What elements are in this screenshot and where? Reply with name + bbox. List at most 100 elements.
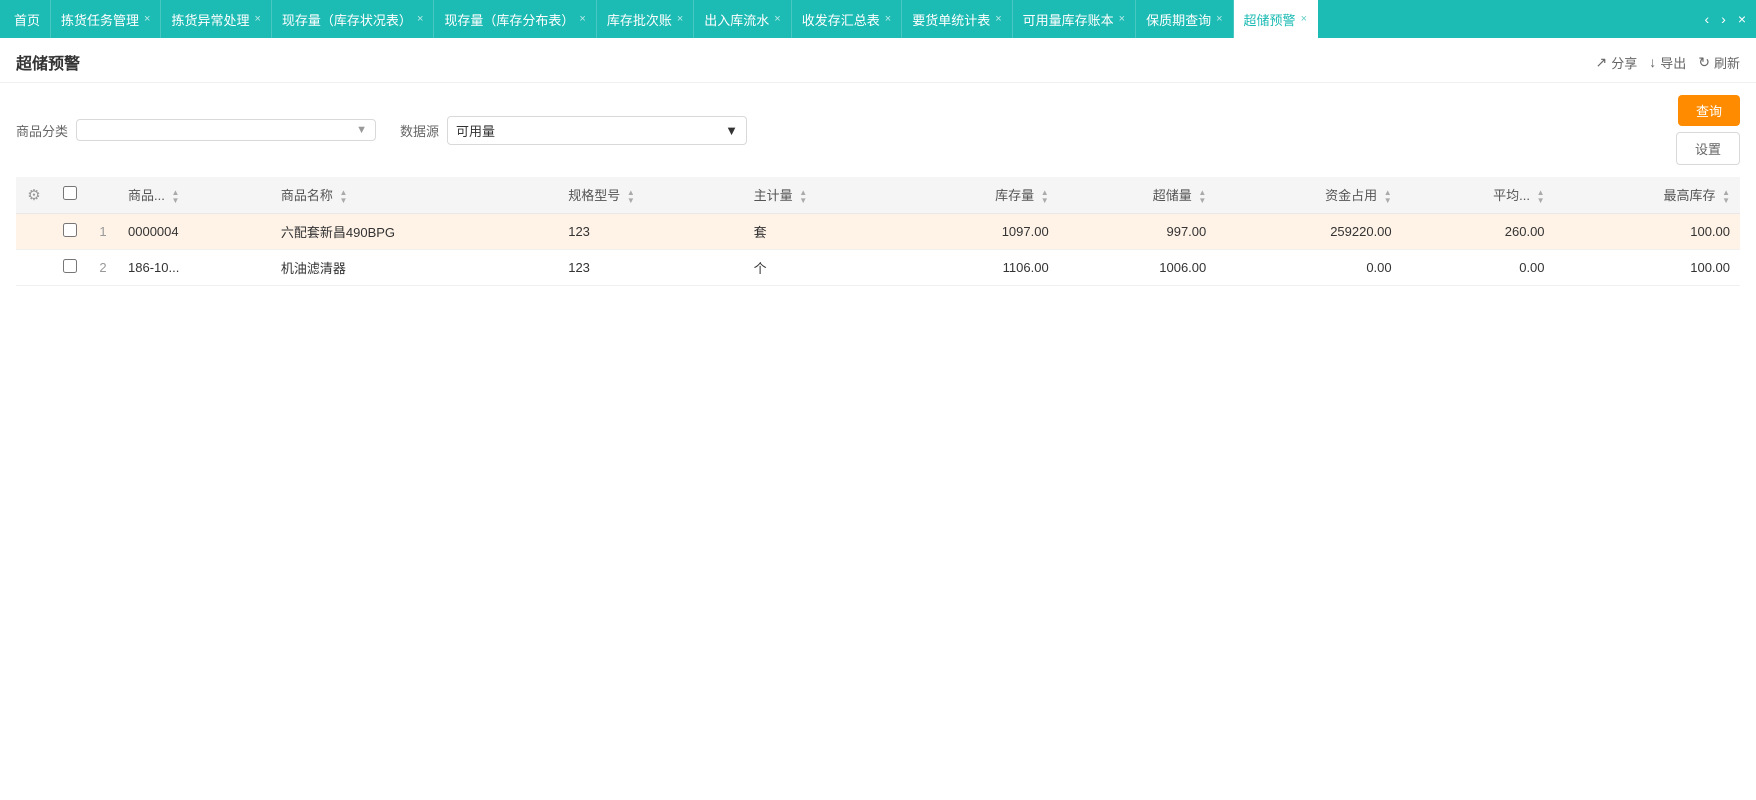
col-name-label: 商品名称 [281, 188, 333, 203]
close-icon-2[interactable]: × [254, 13, 260, 25]
nav-item-7[interactable]: 收发存汇总表 × [792, 0, 902, 38]
export-icon: ↓ [1649, 54, 1656, 70]
datasource-select-value: 可用量 [456, 121, 495, 140]
category-label: 商品分类 [16, 121, 68, 140]
nav-item-1[interactable]: 拣货任务管理 × [51, 0, 161, 38]
refresh-icon: ↻ [1698, 54, 1710, 71]
nav-label-6: 出入库流水 [704, 10, 769, 29]
sort-down-icon: ▼ [1384, 197, 1392, 205]
col-avg-label: 平均... [1493, 188, 1530, 203]
nav-label-1: 拣货任务管理 [61, 10, 139, 29]
select-all-checkbox[interactable] [63, 186, 77, 200]
close-icon-5[interactable]: × [677, 13, 683, 25]
col-over-sort-icon[interactable]: ▲ ▼ [1198, 189, 1206, 205]
query-button[interactable]: 查询 [1678, 95, 1740, 126]
row-avg: 260.00 [1402, 213, 1555, 249]
checkbox-header [52, 177, 88, 213]
settings-button[interactable]: 设置 [1676, 132, 1740, 165]
nav-label-home: 首页 [14, 10, 40, 29]
row-checkbox[interactable] [63, 259, 77, 273]
nav-item-3[interactable]: 现存量（库存状况表） × [272, 0, 434, 38]
col-spec-label: 规格型号 [568, 188, 620, 203]
table-header-row: ⚙ 商品... ▲ ▼ 商品名称 [16, 177, 1740, 213]
sort-down-icon: ▼ [340, 197, 348, 205]
sort-down-icon: ▼ [627, 197, 635, 205]
col-header-unit[interactable]: 主计量 ▲ ▼ [744, 177, 902, 213]
col-header-code[interactable]: 商品... ▲ ▼ [118, 177, 271, 213]
nav-label-3: 现存量（库存状况表） [282, 10, 412, 29]
col-capital-sort-icon[interactable]: ▲ ▼ [1384, 189, 1392, 205]
col-header-capital[interactable]: 资金占用 ▲ ▼ [1216, 177, 1401, 213]
close-all-arrow[interactable]: × [1732, 11, 1752, 27]
row-number: 2 [88, 249, 118, 285]
col-stock-sort-icon[interactable]: ▲ ▼ [1041, 189, 1049, 205]
col-maxstock-sort-icon[interactable]: ▲ ▼ [1722, 189, 1730, 205]
col-code-label: 商品... [128, 188, 165, 203]
col-header-stock[interactable]: 库存量 ▲ ▼ [901, 177, 1059, 213]
settings-icon[interactable]: ⚙ [27, 187, 40, 204]
nav-arrows: ‹ › × [1698, 11, 1752, 27]
next-arrow[interactable]: › [1715, 11, 1732, 27]
nav-item-5[interactable]: 库存批次账 × [597, 0, 694, 38]
nav-label-9: 可用量库存账本 [1023, 10, 1114, 29]
nav-item-2[interactable]: 拣货异常处理 × [161, 0, 271, 38]
col-avg-sort-icon[interactable]: ▲ ▼ [1537, 189, 1545, 205]
close-icon-11[interactable]: × [1301, 13, 1307, 25]
row-unit: 套 [744, 213, 902, 249]
category-filter: 商品分类 ▼ [16, 119, 376, 141]
col-header-spec[interactable]: 规格型号 ▲ ▼ [558, 177, 743, 213]
refresh-label: 刷新 [1714, 53, 1740, 72]
col-unit-sort-icon[interactable]: ▲ ▼ [799, 189, 807, 205]
nav-label-4: 现存量（库存分布表） [444, 10, 574, 29]
category-select[interactable]: ▼ [76, 119, 376, 141]
row-number: 1 [88, 213, 118, 249]
share-label: 分享 [1611, 53, 1637, 72]
close-icon-10[interactable]: × [1216, 13, 1222, 25]
close-icon-6[interactable]: × [774, 13, 780, 25]
sort-down-icon: ▼ [1198, 197, 1206, 205]
row-name: 机油滤清器 [271, 249, 558, 285]
export-button[interactable]: ↓ 导出 [1649, 53, 1686, 72]
nav-item-10[interactable]: 保质期查询 × [1136, 0, 1233, 38]
close-icon-3[interactable]: × [417, 13, 423, 25]
nav-item-4[interactable]: 现存量（库存分布表） × [434, 0, 596, 38]
close-icon-4[interactable]: × [579, 13, 585, 25]
nav-label-7: 收发存汇总表 [802, 10, 880, 29]
row-checkbox-cell [52, 249, 88, 285]
nav-label-11: 超储预警 [1244, 10, 1296, 29]
close-icon-9[interactable]: × [1119, 13, 1125, 25]
nav-item-9[interactable]: 可用量库存账本 × [1013, 0, 1136, 38]
share-button[interactable]: ↗ 分享 [1595, 53, 1637, 72]
gear-header: ⚙ [16, 177, 52, 213]
row-spec: 123 [558, 213, 743, 249]
col-header-maxstock[interactable]: 最高库存 ▲ ▼ [1555, 177, 1740, 213]
prev-arrow[interactable]: ‹ [1698, 11, 1715, 27]
col-code-sort-icon[interactable]: ▲ ▼ [171, 189, 179, 205]
datasource-select[interactable]: 可用量 ▼ [447, 116, 747, 145]
col-spec-sort-icon[interactable]: ▲ ▼ [627, 189, 635, 205]
col-name-sort-icon[interactable]: ▲ ▼ [340, 189, 348, 205]
close-icon-8[interactable]: × [995, 13, 1001, 25]
col-unit-label: 主计量 [754, 188, 793, 203]
page-header: 超储预警 ↗ 分享 ↓ 导出 ↻ 刷新 [0, 38, 1756, 83]
table-container: ⚙ 商品... ▲ ▼ 商品名称 [0, 177, 1756, 286]
sort-down-icon: ▼ [1722, 197, 1730, 205]
nav-item-11[interactable]: 超储预警 × [1234, 0, 1318, 38]
row-checkbox[interactable] [63, 223, 77, 237]
col-maxstock-label: 最高库存 [1663, 188, 1715, 203]
nav-item-8[interactable]: 要货单统计表 × [902, 0, 1012, 38]
col-header-num [88, 177, 118, 213]
col-header-over[interactable]: 超储量 ▲ ▼ [1059, 177, 1217, 213]
col-header-name[interactable]: 商品名称 ▲ ▼ [271, 177, 558, 213]
refresh-button[interactable]: ↻ 刷新 [1698, 53, 1740, 72]
row-gear-cell [16, 213, 52, 249]
close-icon-7[interactable]: × [885, 13, 891, 25]
col-over-label: 超储量 [1153, 188, 1192, 203]
nav-item-home[interactable]: 首页 [4, 0, 51, 38]
close-icon-1[interactable]: × [144, 13, 150, 25]
nav-item-6[interactable]: 出入库流水 × [694, 0, 791, 38]
table-row: 1 0000004 六配套新昌490BPG 123 套 1097.00 997.… [16, 213, 1740, 249]
nav-label-2: 拣货异常处理 [171, 10, 249, 29]
row-gear-cell [16, 249, 52, 285]
col-header-avg[interactable]: 平均... ▲ ▼ [1402, 177, 1555, 213]
